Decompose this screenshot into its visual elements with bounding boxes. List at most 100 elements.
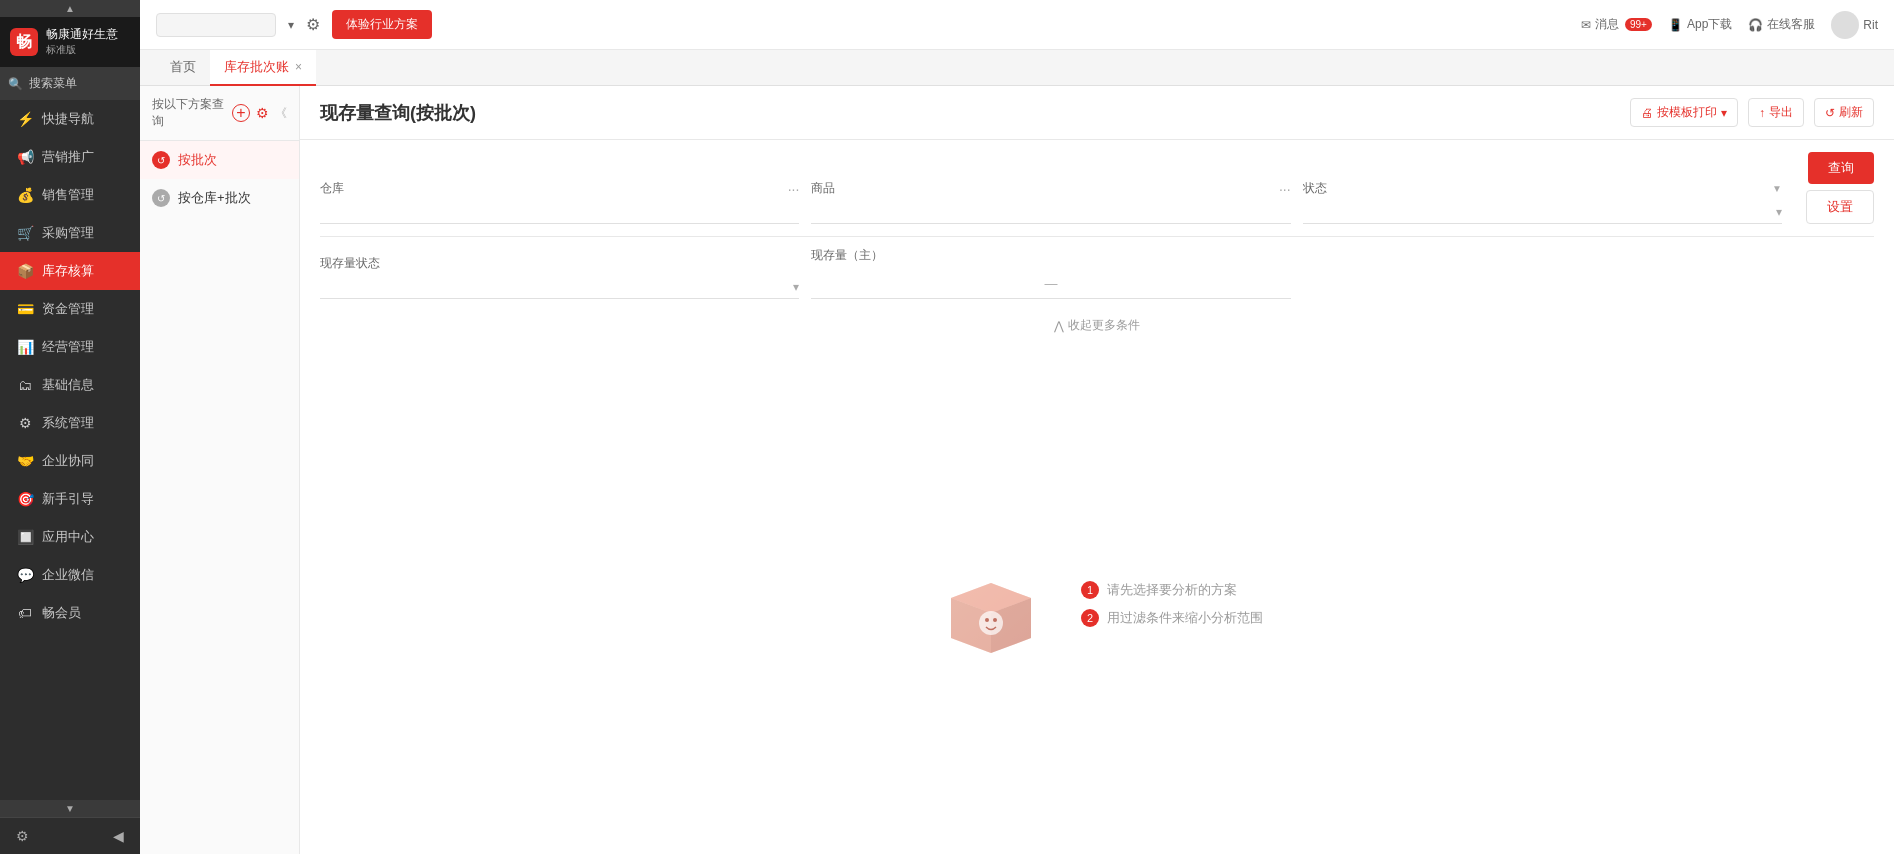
sidebar-item-quick-nav[interactable]: ⚡ 快捷导航: [0, 100, 140, 138]
sidebar-item-finance[interactable]: 💳 资金管理: [0, 290, 140, 328]
sidebar-item-wechat[interactable]: 💬 企业微信: [0, 556, 140, 594]
messages-label: 消息: [1595, 16, 1619, 33]
topbar-gear-icon[interactable]: ⚙: [306, 15, 320, 34]
marketing-icon: 📢: [16, 148, 34, 166]
svg-point-5: [985, 618, 989, 622]
sidebar-footer: ⚙ ◀: [0, 817, 140, 854]
sidebar-item-guide[interactable]: 🎯 新手引导: [0, 480, 140, 518]
online-service-label: 在线客服: [1767, 16, 1815, 33]
settings-btn[interactable]: 设置: [1806, 190, 1874, 224]
sidebar-item-operations[interactable]: 📊 经营管理: [0, 328, 140, 366]
finance-icon: 💳: [16, 300, 34, 318]
app-download-group[interactable]: 📱 App下载: [1668, 16, 1732, 33]
sidebar-item-sales[interactable]: 💰 销售管理: [0, 176, 140, 214]
sidebar-item-label: 销售管理: [42, 186, 94, 204]
inventory-status-dropdown[interactable]: ▾: [320, 276, 799, 299]
scheme-by-warehouse-batch[interactable]: ↺ 按仓库+批次: [140, 179, 299, 217]
topbar-right: ✉ 消息 99+ 📱 App下载 🎧 在线客服 Rit: [1581, 11, 1878, 39]
user-group[interactable]: Rit: [1831, 11, 1878, 39]
app-title: 畅康通好生意: [46, 27, 118, 43]
sidebar-item-marketing[interactable]: 📢 营销推广: [0, 138, 140, 176]
sidebar-item-label: 库存核算: [42, 262, 94, 280]
sidebar-item-system[interactable]: ⚙ 系统管理: [0, 404, 140, 442]
qty-separator: —: [1045, 276, 1058, 291]
sidebar-scroll-up[interactable]: ▲: [0, 0, 140, 17]
sidebar-item-label: 企业协同: [42, 452, 94, 470]
phone-icon: 📱: [1668, 18, 1683, 32]
inventory-qty-min[interactable]: [811, 272, 1036, 294]
sidebar-item-label: 采购管理: [42, 224, 94, 242]
tab-close-icon[interactable]: ×: [295, 60, 302, 74]
sidebar-item-inventory[interactable]: 📦 库存核算: [0, 252, 140, 290]
inventory-icon: 📦: [16, 262, 34, 280]
tip-text-2: 用过滤条件来缩小分析范围: [1107, 609, 1263, 627]
sidebar-nav: ⚡ 快捷导航 📢 营销推广 💰 销售管理 🛒 采购管理 📦 库存核算 💳 资金管…: [0, 100, 140, 800]
app-download-label: App下载: [1687, 16, 1732, 33]
sales-icon: 💰: [16, 186, 34, 204]
app-logo: 畅: [10, 28, 38, 56]
warehouse-dots[interactable]: ···: [788, 181, 800, 197]
scheme-warehouse-batch-label: 按仓库+批次: [178, 189, 251, 207]
messages-badge: 99+: [1625, 18, 1652, 31]
search-menu[interactable]: 🔍 搜索菜单: [0, 67, 140, 100]
tip-num-2: 2: [1081, 609, 1099, 627]
wechat-icon: 💬: [16, 566, 34, 584]
scheme-settings-icon[interactable]: ⚙: [256, 105, 269, 121]
inventory-qty-max[interactable]: [1066, 272, 1291, 294]
user-name: Rit: [1863, 18, 1878, 32]
sidebar-item-purchase[interactable]: 🛒 采购管理: [0, 214, 140, 252]
experience-btn[interactable]: 体验行业方案: [332, 10, 432, 39]
messages-group[interactable]: ✉ 消息 99+: [1581, 16, 1652, 33]
sidebar-collapse-icon[interactable]: ◀: [113, 828, 124, 844]
empty-state: 1 请先选择要分析的方案 2 用过滤条件来缩小分析范围: [300, 354, 1894, 854]
tab-home-label: 首页: [170, 58, 196, 76]
sidebar-scroll-down[interactable]: ▼: [0, 800, 140, 817]
page-header: 现存量查询(按批次) 🖨 按模板打印 ▾ ↑ 导出 ↺: [300, 86, 1894, 140]
sidebar-item-label: 企业微信: [42, 566, 94, 584]
tab-batch-account[interactable]: 库存批次账 ×: [210, 50, 316, 86]
breadcrumb-input[interactable]: [156, 13, 276, 37]
online-service-group[interactable]: 🎧 在线客服: [1748, 16, 1815, 33]
collapse-up-icon: ⋀: [1054, 319, 1064, 333]
status-dropdown-arrow[interactable]: ▼: [1772, 183, 1782, 194]
refresh-icon: ↺: [1825, 106, 1835, 120]
print-dropdown-icon[interactable]: ▾: [1721, 106, 1727, 120]
scheme-by-batch[interactable]: ↺ 按批次: [140, 141, 299, 179]
status-label: 状态: [1303, 180, 1327, 197]
export-btn[interactable]: ↑ 导出: [1748, 98, 1804, 127]
sidebar-item-label: 系统管理: [42, 414, 94, 432]
svg-point-4: [979, 611, 1003, 635]
sidebar-item-label: 经营管理: [42, 338, 94, 356]
topbar-dropdown-arrow[interactable]: ▾: [288, 18, 294, 32]
inventory-status-label: 现存量状态: [320, 255, 799, 272]
status-dropdown[interactable]: ▾: [1303, 201, 1782, 224]
left-panel-collapse-icon[interactable]: 《: [275, 105, 287, 122]
topbar: ▾ ⚙ 体验行业方案 ✉ 消息 99+ 📱 App下载 🎧 在线客服 Rit: [140, 0, 1894, 50]
sidebar-settings-icon[interactable]: ⚙: [16, 828, 29, 844]
empty-tip-1: 1 请先选择要分析的方案: [1081, 581, 1263, 599]
app-subtitle: 标准版: [46, 43, 118, 57]
product-input[interactable]: [811, 201, 1290, 224]
collapse-label: 收起更多条件: [1068, 317, 1140, 334]
query-btn[interactable]: 查询: [1808, 152, 1874, 184]
basic-icon: 🗂: [16, 376, 34, 394]
sidebar-item-enterprise[interactable]: 🤝 企业协同: [0, 442, 140, 480]
template-print-btn[interactable]: 🖨 按模板打印 ▾: [1630, 98, 1738, 127]
sidebar: ▲ 畅 畅康通好生意 标准版 🔍 搜索菜单 ⚡ 快捷导航 📢 营销推广 💰 销售…: [0, 0, 140, 854]
sidebar-item-membership[interactable]: 🏷 畅会员: [0, 594, 140, 632]
add-scheme-icon[interactable]: +: [232, 104, 250, 122]
svg-point-6: [993, 618, 997, 622]
refresh-btn[interactable]: ↺ 刷新: [1814, 98, 1874, 127]
warehouse-input[interactable]: [320, 201, 799, 224]
sidebar-item-basic[interactable]: 🗂 基础信息: [0, 366, 140, 404]
page-content: 按以下方案查询 + ⚙ 《 ↺ 按批次 ↺ 按仓库+批次: [140, 86, 1894, 854]
tab-home[interactable]: 首页: [156, 50, 210, 86]
purchase-icon: 🛒: [16, 224, 34, 242]
sidebar-item-apps[interactable]: 🔲 应用中心: [0, 518, 140, 556]
page-title-row: 现存量查询(按批次) 🖨 按模板打印 ▾ ↑ 导出 ↺: [320, 98, 1874, 127]
collapse-row[interactable]: ⋀ 收起更多条件: [320, 309, 1874, 342]
sidebar-header: 畅 畅康通好生意 标准版: [0, 17, 140, 67]
inventory-quantity-label: 现存量（主）: [811, 247, 1290, 264]
empty-illustration: [931, 548, 1051, 658]
product-dots[interactable]: ···: [1279, 181, 1291, 197]
